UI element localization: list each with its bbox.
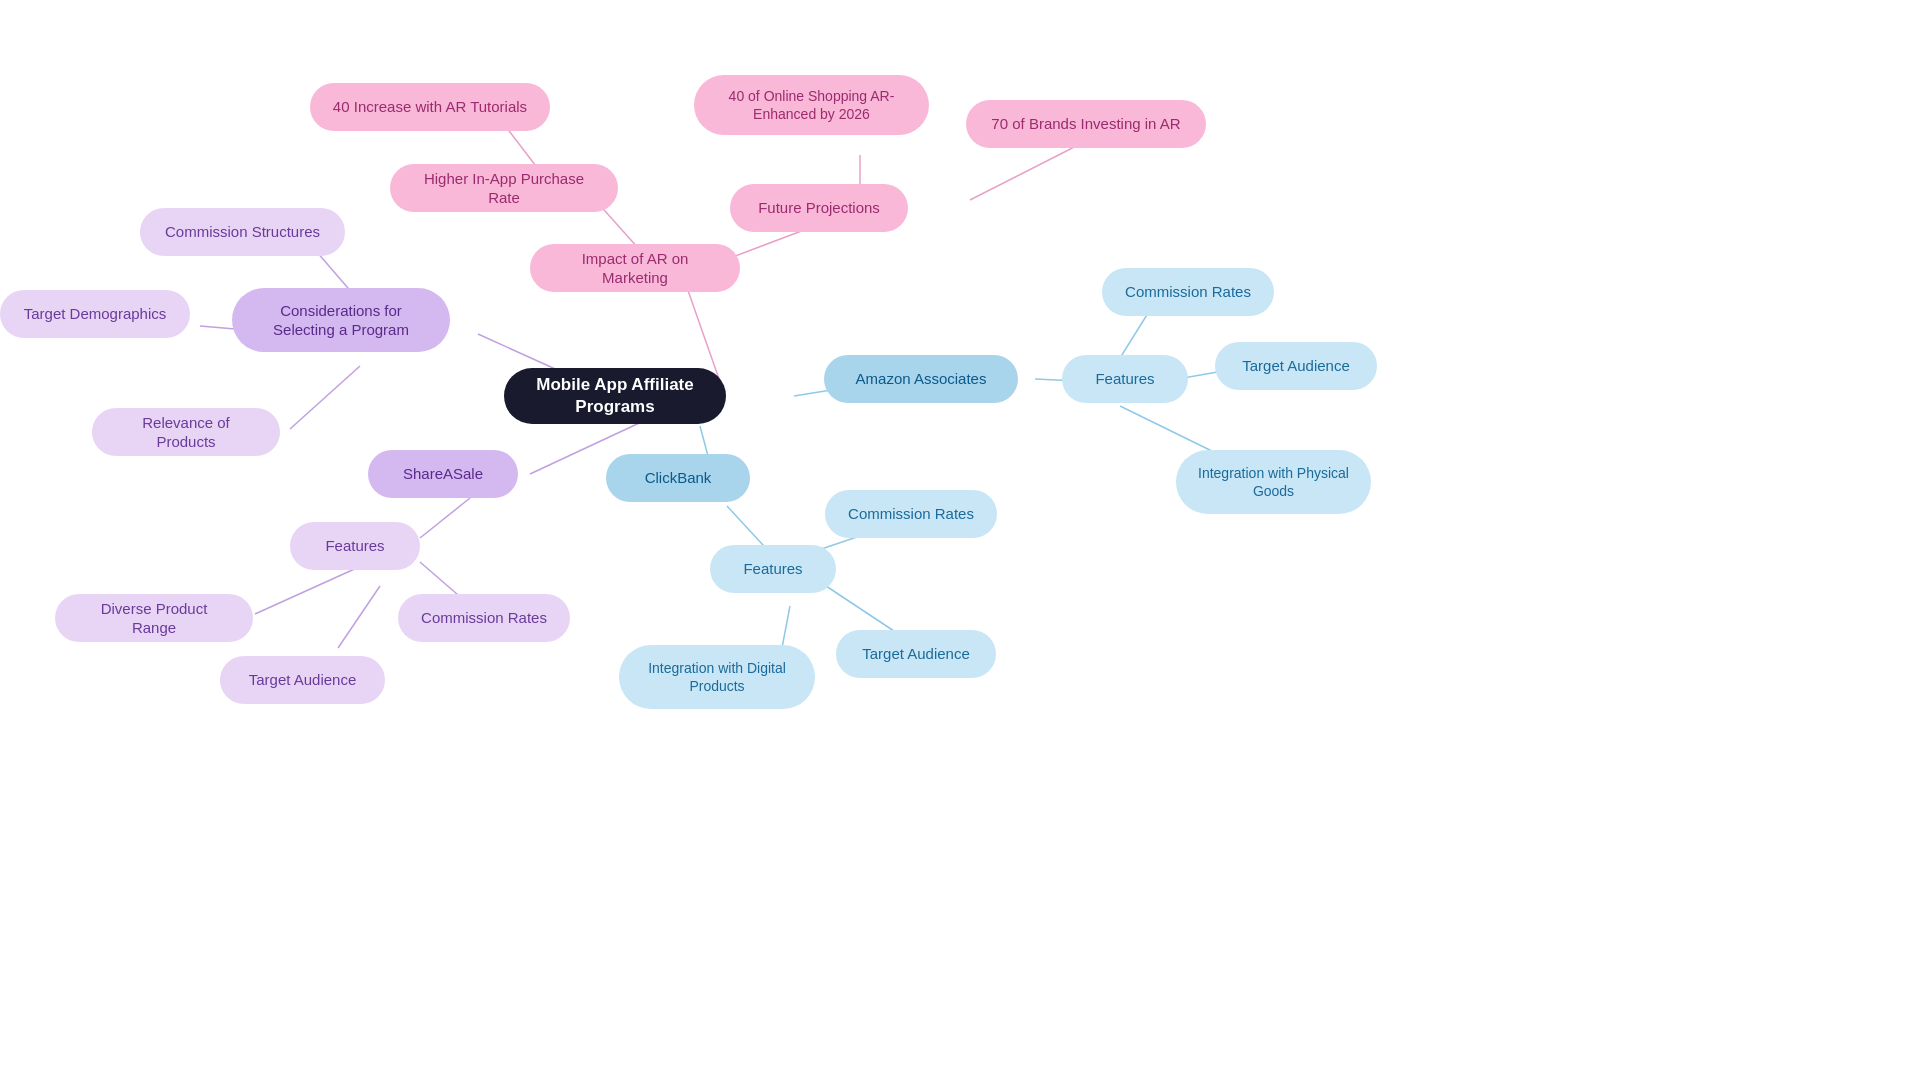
diverse-product-node: Diverse Product Range xyxy=(55,594,253,642)
future-projections-node: Future Projections xyxy=(730,184,908,232)
svg-line-14 xyxy=(338,586,380,648)
svg-line-5 xyxy=(970,139,1090,200)
svg-line-9 xyxy=(290,366,360,429)
commission-structures-node: Commission Structures xyxy=(140,208,345,256)
commission-shareasale-node: Commission Rates xyxy=(398,594,570,642)
center-node: Mobile App Affiliate Programs xyxy=(504,368,726,424)
relevance-products-node: Relevance of Products xyxy=(92,408,280,456)
amazon-node: Amazon Associates xyxy=(824,355,1018,403)
physical-goods-node: Integration with Physical Goods xyxy=(1176,450,1371,514)
target-amazon-node: Target Audience xyxy=(1215,342,1377,390)
target-clickbank-node: Target Audience xyxy=(836,630,996,678)
ar-impact-node: Impact of AR on Marketing xyxy=(530,244,740,292)
commission-amazon-node: Commission Rates xyxy=(1102,268,1274,316)
target-demographics-node: Target Demographics xyxy=(0,290,190,338)
ar-tutorials-node: 40 Increase with AR Tutorials xyxy=(310,83,550,131)
features-clickbank-node: Features xyxy=(710,545,836,593)
digital-products-node: Integration with Digital Products xyxy=(619,645,815,709)
brands-ar-node: 70 of Brands Investing in AR xyxy=(966,100,1206,148)
shareasale-node: ShareASale xyxy=(368,450,518,498)
svg-line-18 xyxy=(820,582,900,635)
considerations-node: Considerations for Selecting a Program xyxy=(232,288,450,352)
svg-line-11 xyxy=(420,498,470,538)
clickbank-node: ClickBank xyxy=(606,454,750,502)
target-shareasale-node: Target Audience xyxy=(220,656,385,704)
online-shopping-node: 40 of Online Shopping AR-Enhanced by 202… xyxy=(694,75,929,135)
features-shareasale-node: Features xyxy=(290,522,420,570)
commission-clickbank-node: Commission Rates xyxy=(825,490,997,538)
svg-line-24 xyxy=(1120,406,1220,455)
features-amazon-node: Features xyxy=(1062,355,1188,403)
higher-purchase-node: Higher In-App Purchase Rate xyxy=(390,164,618,212)
